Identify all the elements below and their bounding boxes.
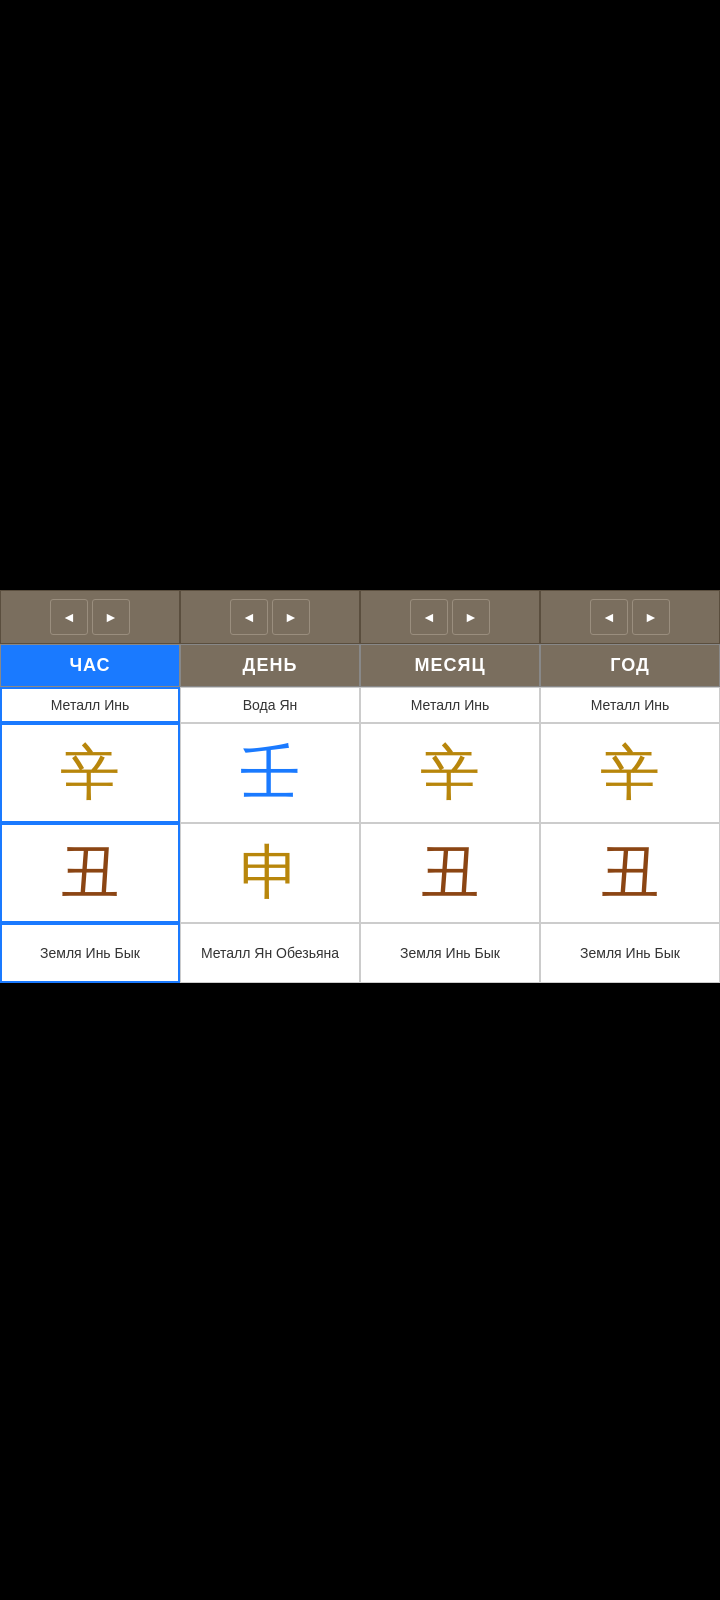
desc-cell-month: Земля Инь Бык: [360, 923, 540, 983]
hieroglyph-bottom-cell-month: 丑: [360, 823, 540, 923]
element-cell-day: Вода Ян: [180, 687, 360, 723]
hieroglyph-top-hour: 辛: [60, 743, 120, 803]
hieroglyph-top-year: 辛: [600, 743, 660, 803]
label-cell-year[interactable]: ГОД: [540, 644, 720, 687]
prev-btn-hour[interactable]: ◄: [50, 599, 88, 635]
next-btn-day[interactable]: ►: [272, 599, 310, 635]
element-cell-hour: Металл Инь: [0, 687, 180, 723]
next-btn-month[interactable]: ►: [452, 599, 490, 635]
hieroglyph-bottom-hour: 丑: [60, 843, 120, 903]
hieroglyph-bottom-year: 丑: [600, 843, 660, 903]
hieroglyph-top-cell-month: 辛: [360, 723, 540, 823]
hieroglyph-bottom-month: 丑: [420, 843, 480, 903]
hieroglyph-top-day: 壬: [240, 743, 300, 803]
prev-btn-month[interactable]: ◄: [410, 599, 448, 635]
element-cell-month: Металл Инь: [360, 687, 540, 723]
desc-cell-hour: Земля Инь Бык: [0, 923, 180, 983]
nav-cell-day: ◄►: [180, 590, 360, 644]
desc-cell-year: Земля Инь Бык: [540, 923, 720, 983]
next-btn-year[interactable]: ►: [632, 599, 670, 635]
hieroglyph-top-month: 辛: [420, 743, 480, 803]
label-cell-day[interactable]: ДЕНЬ: [180, 644, 360, 687]
grid-wrapper: ◄►◄►◄►◄►ЧАСДЕНЬМЕСЯЦГОДМеталл ИньВода Ян…: [0, 590, 720, 983]
label-cell-month[interactable]: МЕСЯЦ: [360, 644, 540, 687]
hieroglyph-bottom-cell-year: 丑: [540, 823, 720, 923]
next-btn-hour[interactable]: ►: [92, 599, 130, 635]
hieroglyph-bottom-cell-hour: 丑: [0, 823, 180, 923]
hieroglyph-bottom-cell-day: 申: [180, 823, 360, 923]
hieroglyph-top-cell-hour: 辛: [0, 723, 180, 823]
hieroglyph-top-cell-day: 壬: [180, 723, 360, 823]
hieroglyph-bottom-day: 申: [240, 843, 300, 903]
nav-cell-month: ◄►: [360, 590, 540, 644]
prev-btn-year[interactable]: ◄: [590, 599, 628, 635]
main-container: ◄►◄►◄►◄►ЧАСДЕНЬМЕСЯЦГОДМеталл ИньВода Ян…: [0, 590, 720, 983]
hieroglyph-top-cell-year: 辛: [540, 723, 720, 823]
nav-cell-year: ◄►: [540, 590, 720, 644]
label-cell-hour[interactable]: ЧАС: [0, 644, 180, 687]
desc-cell-day: Металл Ян Обезьяна: [180, 923, 360, 983]
nav-cell-hour: ◄►: [0, 590, 180, 644]
prev-btn-day[interactable]: ◄: [230, 599, 268, 635]
element-cell-year: Металл Инь: [540, 687, 720, 723]
